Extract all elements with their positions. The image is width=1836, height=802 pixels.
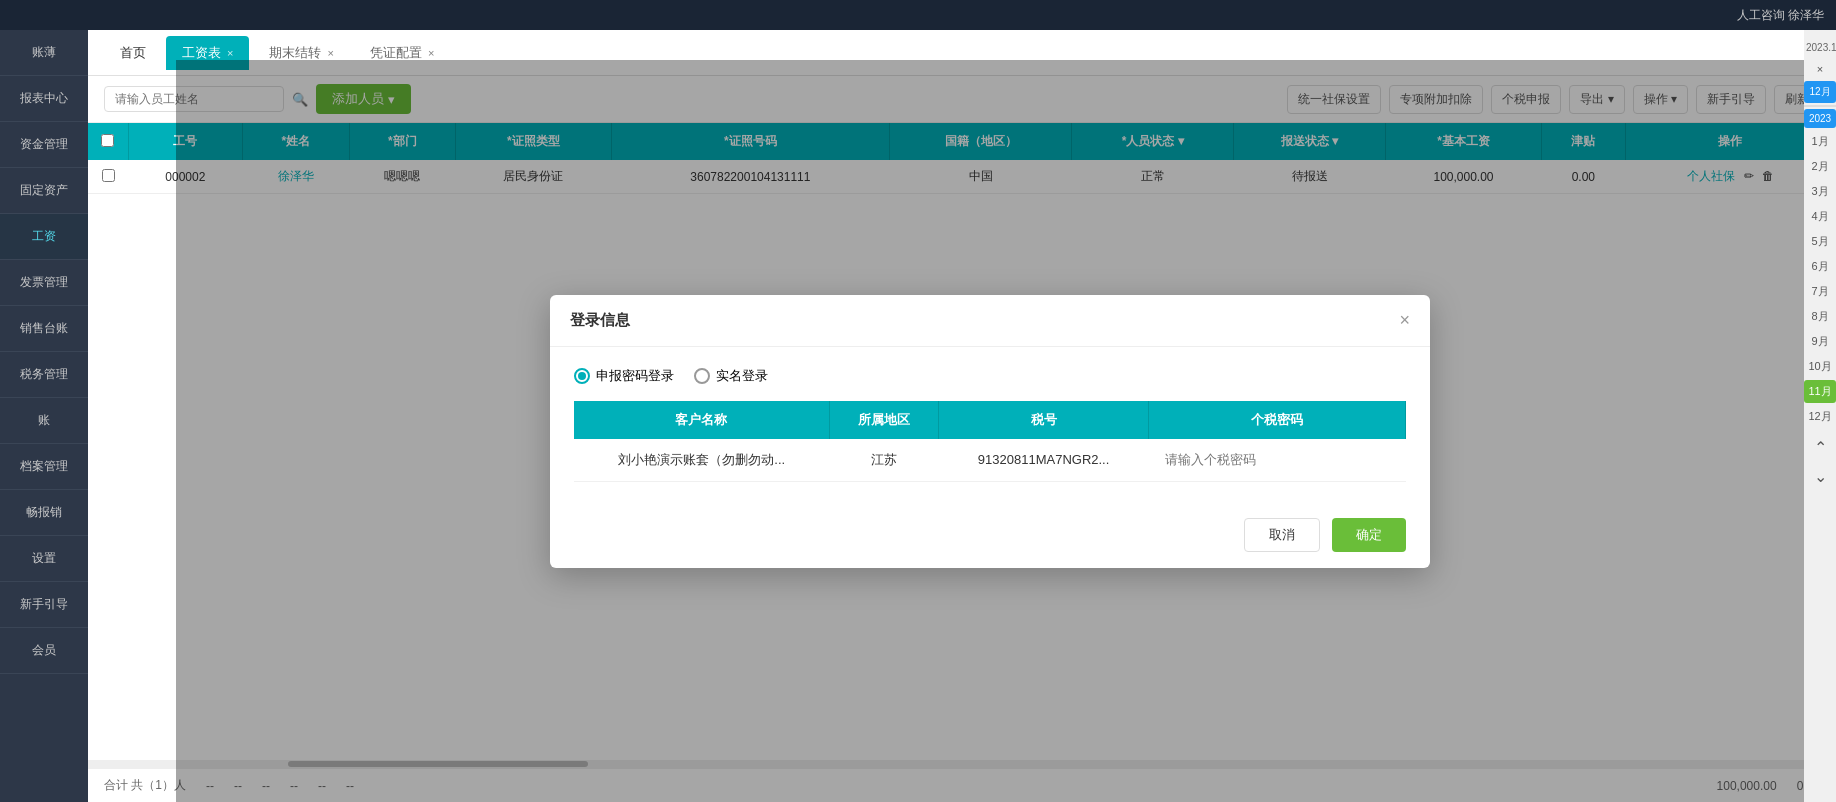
cal-year-2023[interactable]: 2023 — [1804, 109, 1836, 128]
tab-voucher-label: 凭证配置 — [370, 44, 422, 62]
confirm-button[interactable]: 确定 — [1332, 518, 1406, 552]
tab-period-label: 期末结转 — [269, 44, 321, 62]
sidebar-item-invoice[interactable]: 发票管理 — [0, 260, 88, 306]
cal-6[interactable]: 6月 — [1804, 255, 1836, 278]
dialog-table-row: 刘小艳演示账套（勿删勿动... 江苏 91320811MA7NGR2... — [574, 439, 1406, 482]
dialog-body: 申报密码登录 实名登录 客户名称 所属地区 税号 个税密码 — [550, 347, 1430, 502]
cal-close[interactable]: × — [1804, 59, 1836, 79]
sidebar-item-guide[interactable]: 新手引导 — [0, 582, 88, 628]
cal-2[interactable]: 2月 — [1804, 155, 1836, 178]
main-content: 首页 工资表 × 期末结转 × 凭证配置 × × 🔍 添加人员 ▾ 统一社保设置… — [88, 30, 1836, 802]
cal-9[interactable]: 9月 — [1804, 330, 1836, 353]
cal-11[interactable]: 11月 — [1804, 380, 1836, 403]
sidebar-item-ledger[interactable]: 账 — [0, 398, 88, 444]
cal-1[interactable]: 1月 — [1804, 130, 1836, 153]
cal-5[interactable]: 5月 — [1804, 230, 1836, 253]
tab-voucher-close[interactable]: × — [428, 47, 434, 59]
cal-scroll-down[interactable]: ⌄ — [1804, 463, 1836, 490]
sidebar-item-settings[interactable]: 设置 — [0, 536, 88, 582]
tab-home[interactable]: 首页 — [104, 36, 162, 70]
radio-realname-label: 实名登录 — [716, 367, 768, 385]
sidebar-nav: 账薄 报表中心 资金管理 固定资产 工资 发票管理 销售台账 税务管理 账 档案… — [0, 30, 88, 802]
sidebar-item-sales[interactable]: 销售台账 — [0, 306, 88, 352]
tab-period-close[interactable]: × — [327, 47, 333, 59]
tab-home-label: 首页 — [120, 44, 146, 62]
dialog-header: 登录信息 × — [550, 295, 1430, 347]
dialog-password-input-cell[interactable] — [1149, 439, 1406, 482]
dialog-col-region: 所属地区 — [829, 401, 938, 439]
sidebar-item-capital[interactable]: 资金管理 — [0, 122, 88, 168]
cancel-button[interactable]: 取消 — [1244, 518, 1320, 552]
sidebar-item-asset[interactable]: 固定资产 — [0, 168, 88, 214]
tab-salary-close[interactable]: × — [227, 47, 233, 59]
topbar: 人工咨询 徐泽华 — [0, 0, 1836, 30]
select-all-header[interactable] — [88, 123, 128, 160]
login-info-table: 客户名称 所属地区 税号 个税密码 刘小艳演示账套（勿删勿动... 江苏 913… — [574, 401, 1406, 482]
dialog-footer: 取消 确定 — [550, 502, 1430, 568]
sidebar-item-salary[interactable]: 工资 — [0, 214, 88, 260]
cal-7[interactable]: 7月 — [1804, 280, 1836, 303]
dialog-col-taxid: 税号 — [939, 401, 1149, 439]
dialog-col-password: 个税密码 — [1149, 401, 1406, 439]
dialog-customer-name: 刘小艳演示账套（勿删勿动... — [574, 439, 829, 482]
dialog-title: 登录信息 — [570, 311, 630, 330]
radio-password-dot — [574, 368, 590, 384]
sidebar-item-expense[interactable]: 畅报销 — [0, 490, 88, 536]
dialog-password-input[interactable] — [1165, 452, 1390, 467]
topbar-right-text: 人工咨询 徐泽华 — [1737, 7, 1824, 24]
total-text: 合计 共（1）人 — [104, 777, 186, 794]
tab-salary-label: 工资表 — [182, 44, 221, 62]
sidebar-item-tax[interactable]: 税务管理 — [0, 352, 88, 398]
cal-10[interactable]: 10月 — [1804, 355, 1836, 378]
row-checkbox-cell[interactable] — [88, 160, 128, 194]
select-all-checkbox[interactable] — [101, 134, 114, 147]
radio-realname-login[interactable]: 实名登录 — [694, 367, 768, 385]
radio-password-label: 申报密码登录 — [596, 367, 674, 385]
dialog-region: 江苏 — [829, 439, 938, 482]
cal-12[interactable]: 12月 — [1804, 405, 1836, 428]
cal-scroll-up[interactable]: ⌃ — [1804, 434, 1836, 461]
sidebar-item-member[interactable]: 会员 — [0, 628, 88, 674]
cal-year-badge[interactable]: 12月 — [1804, 81, 1836, 103]
cal-3[interactable]: 3月 — [1804, 180, 1836, 203]
dialog-close-button[interactable]: × — [1399, 311, 1410, 329]
sidebar-item-archive[interactable]: 档案管理 — [0, 444, 88, 490]
dialog-col-name: 客户名称 — [574, 401, 829, 439]
modal-overlay: 登录信息 × 申报密码登录 实名登录 — [176, 60, 1804, 802]
cal-4[interactable]: 4月 — [1804, 205, 1836, 228]
radio-realname-dot — [694, 368, 710, 384]
sidebar-item-zhang[interactable]: 账薄 — [0, 30, 88, 76]
calendar-sidebar: 2023.11 × 12月 2023 1月 2月 3月 4月 5月 6月 7月 … — [1804, 30, 1836, 802]
dialog-tax-id: 91320811MA7NGR2... — [939, 439, 1149, 482]
sidebar-item-report[interactable]: 报表中心 — [0, 76, 88, 122]
row-checkbox[interactable] — [102, 169, 115, 182]
login-type-radio-group: 申报密码登录 实名登录 — [574, 367, 1406, 385]
radio-password-login[interactable]: 申报密码登录 — [574, 367, 674, 385]
login-dialog: 登录信息 × 申报密码登录 实名登录 — [550, 295, 1430, 568]
cal-8[interactable]: 8月 — [1804, 305, 1836, 328]
calendar-year: 2023.11 — [1804, 38, 1836, 57]
